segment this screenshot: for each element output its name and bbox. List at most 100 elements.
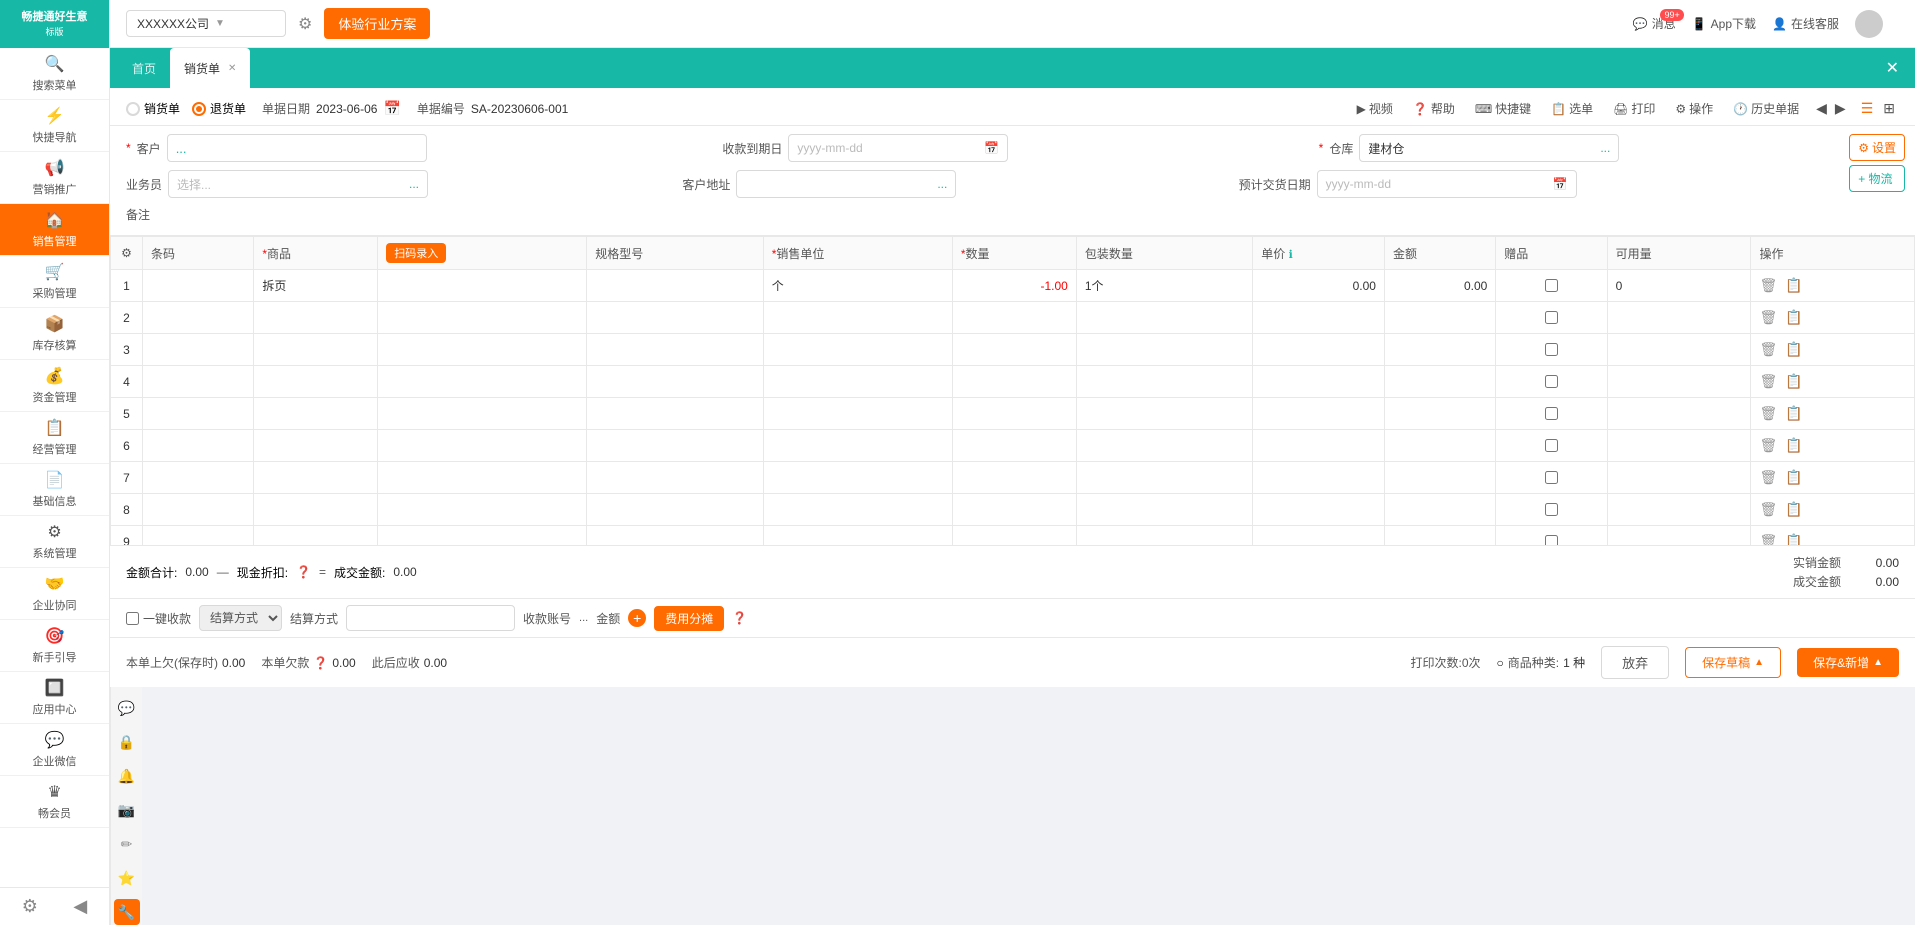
row-product[interactable] (254, 526, 378, 546)
rp-bell-icon[interactable]: 🔔 (114, 763, 140, 789)
row-unit[interactable] (763, 430, 952, 462)
sidebar-collapse-icon[interactable]: ◀ (73, 896, 87, 917)
salesperson-input[interactable]: 选择... ... (168, 170, 428, 198)
row-pack-qty[interactable] (1076, 526, 1252, 546)
sidebar-item-purchase[interactable]: 🛒 采购管理 (0, 256, 109, 308)
row-product[interactable] (254, 430, 378, 462)
row-unit-price[interactable] (1253, 366, 1385, 398)
sidebar-item-base[interactable]: 📄 基础信息 (0, 464, 109, 516)
due-date-input[interactable]: yyyy-mm-dd 📅 (788, 134, 1008, 162)
row-pack-qty[interactable] (1076, 430, 1252, 462)
row-delete-icon[interactable]: 🗑 (1759, 533, 1777, 545)
video-button[interactable]: ▶ 视频 (1351, 98, 1399, 119)
company-selector[interactable]: XXXXXX公司 ▼ (126, 10, 286, 37)
row-copy-icon[interactable]: 📋 (1785, 277, 1802, 294)
row-amount[interactable] (1384, 526, 1495, 546)
row-spec[interactable] (587, 302, 763, 334)
settings-button[interactable]: ⚙ 设置 (1849, 134, 1905, 161)
radio-sales[interactable]: 销货单 (126, 100, 180, 117)
row-qty[interactable] (952, 462, 1076, 494)
row-copy-icon[interactable]: 📋 (1785, 405, 1802, 422)
row-spec[interactable] (587, 366, 763, 398)
rp-edit-icon[interactable]: ✏ (114, 831, 140, 857)
scan-button[interactable]: 扫码录入 (386, 243, 446, 263)
row-spec[interactable] (587, 398, 763, 430)
help-button[interactable]: ❓ 帮助 (1407, 98, 1461, 119)
account-number-input[interactable] (346, 605, 515, 631)
row-product[interactable] (254, 366, 378, 398)
gift-checkbox[interactable] (1545, 311, 1558, 324)
row-delete-icon[interactable]: 🗑 (1759, 501, 1777, 518)
payment-method-select[interactable]: 结算方式 (199, 605, 282, 631)
expense-help-icon[interactable]: ❓ (732, 611, 747, 625)
row-amount[interactable] (1384, 398, 1495, 430)
sidebar-item-inventory[interactable]: 📦 库存核算 (0, 308, 109, 360)
row-amount[interactable] (1384, 430, 1495, 462)
row-qty[interactable] (952, 398, 1076, 430)
rp-star-icon[interactable]: ⭐ (114, 865, 140, 891)
row-unit[interactable] (763, 398, 952, 430)
gift-checkbox[interactable] (1545, 343, 1558, 356)
discount-help-icon[interactable]: ❓ (296, 565, 311, 579)
gift-checkbox[interactable] (1545, 375, 1558, 388)
customer-addr-input[interactable]: ... (736, 170, 956, 198)
date-calendar-icon[interactable]: 📅 (383, 100, 400, 117)
cumulative-help-icon[interactable]: ❓ (313, 656, 328, 670)
row-gift[interactable] (1496, 302, 1607, 334)
row-unit-price[interactable] (1253, 334, 1385, 366)
row-pack-qty[interactable] (1076, 334, 1252, 366)
row-copy-icon[interactable]: 📋 (1785, 533, 1802, 545)
rp-orange-icon[interactable]: 🔧 (114, 899, 140, 925)
row-qty[interactable] (952, 302, 1076, 334)
row-qty[interactable] (952, 334, 1076, 366)
row-unit-price[interactable] (1253, 526, 1385, 546)
row-spec[interactable] (587, 270, 763, 302)
expense-split-button[interactable]: 费用分摊 (654, 606, 724, 631)
trial-button[interactable]: 体验行业方案 (324, 8, 430, 39)
row-qty[interactable] (952, 430, 1076, 462)
row-barcode[interactable] (143, 526, 254, 546)
row-barcode[interactable] (143, 494, 254, 526)
row-product[interactable] (254, 398, 378, 430)
row-unit[interactable] (763, 334, 952, 366)
save-new-button[interactable]: 保存&新增 ▲ (1797, 648, 1899, 677)
row-gift[interactable] (1496, 462, 1607, 494)
row-barcode[interactable] (143, 462, 254, 494)
row-gift[interactable] (1496, 398, 1607, 430)
row-delete-icon[interactable]: 🗑 (1759, 277, 1777, 294)
row-spec[interactable] (587, 526, 763, 546)
row-spec[interactable] (587, 334, 763, 366)
radio-return[interactable]: 退货单 (192, 100, 246, 117)
online-service-button[interactable]: 👤 在线客服 (1772, 15, 1839, 32)
one-click-payment[interactable]: 一键收款 (126, 610, 191, 627)
gift-checkbox[interactable] (1545, 439, 1558, 452)
row-pack-qty[interactable] (1076, 494, 1252, 526)
row-gift[interactable] (1496, 366, 1607, 398)
sidebar-item-wechat[interactable]: 💬 企业微信 (0, 724, 109, 776)
row-unit-price[interactable]: 0.00 (1253, 270, 1385, 302)
abandon-button[interactable]: 放弃 (1601, 646, 1669, 679)
gift-checkbox[interactable] (1545, 407, 1558, 420)
table-settings-icon[interactable]: ⚙ (121, 246, 132, 260)
nav-prev-icon[interactable]: ◀ (1813, 98, 1830, 119)
row-gift[interactable] (1496, 430, 1607, 462)
row-unit[interactable]: 个 (763, 270, 952, 302)
row-qty[interactable] (952, 366, 1076, 398)
row-amount[interactable] (1384, 494, 1495, 526)
rp-camera-icon[interactable]: 📷 (114, 797, 140, 823)
sidebar-item-apps[interactable]: 🔲 应用中心 (0, 672, 109, 724)
row-copy-icon[interactable]: 📋 (1785, 501, 1802, 518)
row-copy-icon[interactable]: 📋 (1785, 341, 1802, 358)
row-product[interactable]: 拆页 (254, 270, 378, 302)
row-qty[interactable] (952, 494, 1076, 526)
row-product[interactable] (254, 302, 378, 334)
row-unit-price[interactable] (1253, 430, 1385, 462)
row-delete-icon[interactable]: 🗑 (1759, 309, 1777, 326)
gift-checkbox[interactable] (1545, 503, 1558, 516)
operation-button[interactable]: ⚙ 操作 (1669, 98, 1719, 119)
view-list-icon[interactable]: ☰ (1857, 98, 1878, 119)
row-qty[interactable]: -1.00 (952, 270, 1076, 302)
sidebar-item-collab[interactable]: 🤝 企业协同 (0, 568, 109, 620)
row-delete-icon[interactable]: 🗑 (1759, 405, 1777, 422)
user-avatar[interactable] (1855, 10, 1883, 38)
